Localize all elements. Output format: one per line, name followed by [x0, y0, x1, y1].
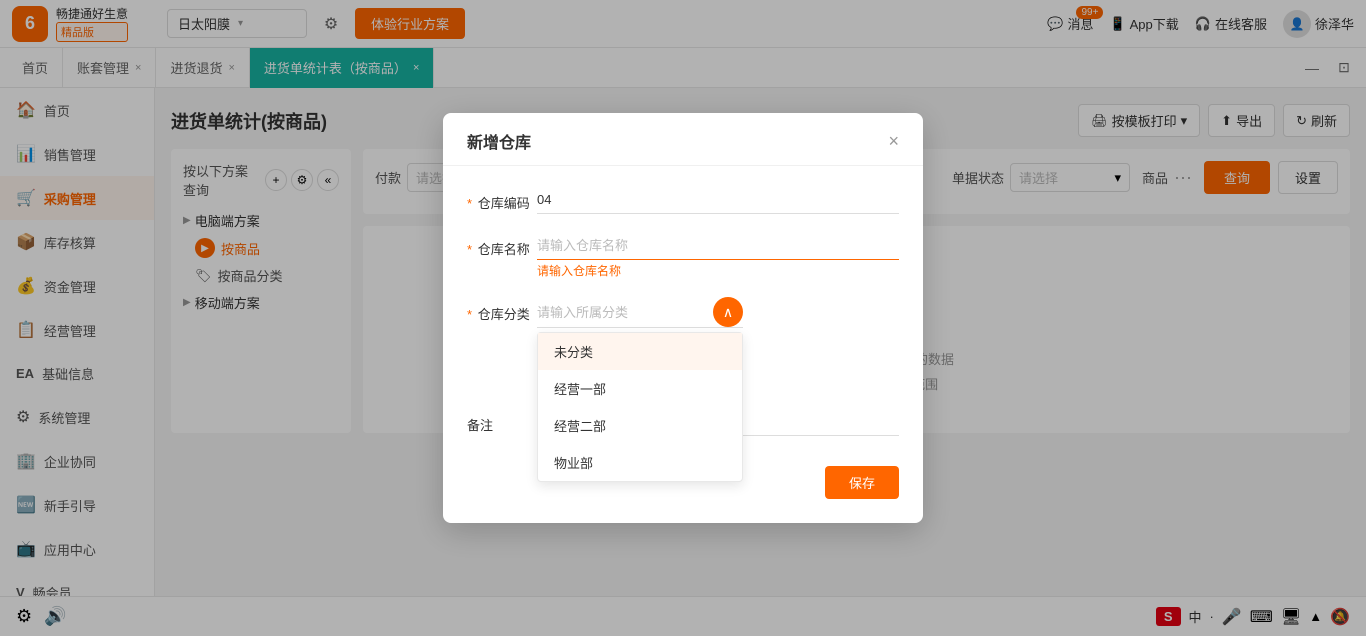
code-input-wrap: [537, 186, 899, 214]
name-error-msg: 请输入仓库名称: [537, 262, 899, 279]
category-input[interactable]: [537, 299, 713, 326]
dropdown-option-dept3[interactable]: 物业部: [538, 444, 742, 481]
category-input-wrap: ∧ 未分类 经营一部 经营二部 物业部: [537, 297, 743, 328]
name-label: * 仓库名称: [467, 232, 537, 258]
dropdown-option-dept2[interactable]: 经营二部: [538, 407, 742, 444]
form-row-category: * 仓库分类 ∧ 未分类 经营一部 经营二部 物业部: [467, 297, 899, 328]
dropdown-option-dept1[interactable]: 经营一部: [538, 370, 742, 407]
code-input[interactable]: [537, 186, 899, 214]
modal-title: 新增仓库: [467, 129, 531, 153]
save-button[interactable]: 保存: [825, 466, 899, 499]
add-warehouse-modal: 新增仓库 × * 仓库编码 * 仓库名称 请输入仓库名称: [443, 113, 923, 523]
category-dropdown-list: 未分类 经营一部 经营二部 物业部: [537, 332, 743, 482]
name-input-wrap: 请输入仓库名称: [537, 232, 899, 279]
category-label: * 仓库分类: [467, 297, 537, 323]
form-row-name: * 仓库名称 请输入仓库名称: [467, 232, 899, 279]
category-dropdown-wrap: ∧: [537, 297, 743, 328]
form-row-code: * 仓库编码: [467, 186, 899, 214]
category-dropdown-toggle[interactable]: ∧: [713, 297, 743, 327]
code-label: * 仓库编码: [467, 186, 537, 212]
note-label: 备注: [467, 408, 537, 434]
dropdown-option-unclassified[interactable]: 未分类: [538, 333, 742, 370]
modal-header: 新增仓库 ×: [443, 113, 923, 166]
name-input[interactable]: [537, 232, 899, 260]
modal-close-btn[interactable]: ×: [888, 131, 899, 152]
modal-body: * 仓库编码 * 仓库名称 请输入仓库名称 * 仓库分类: [443, 166, 923, 436]
